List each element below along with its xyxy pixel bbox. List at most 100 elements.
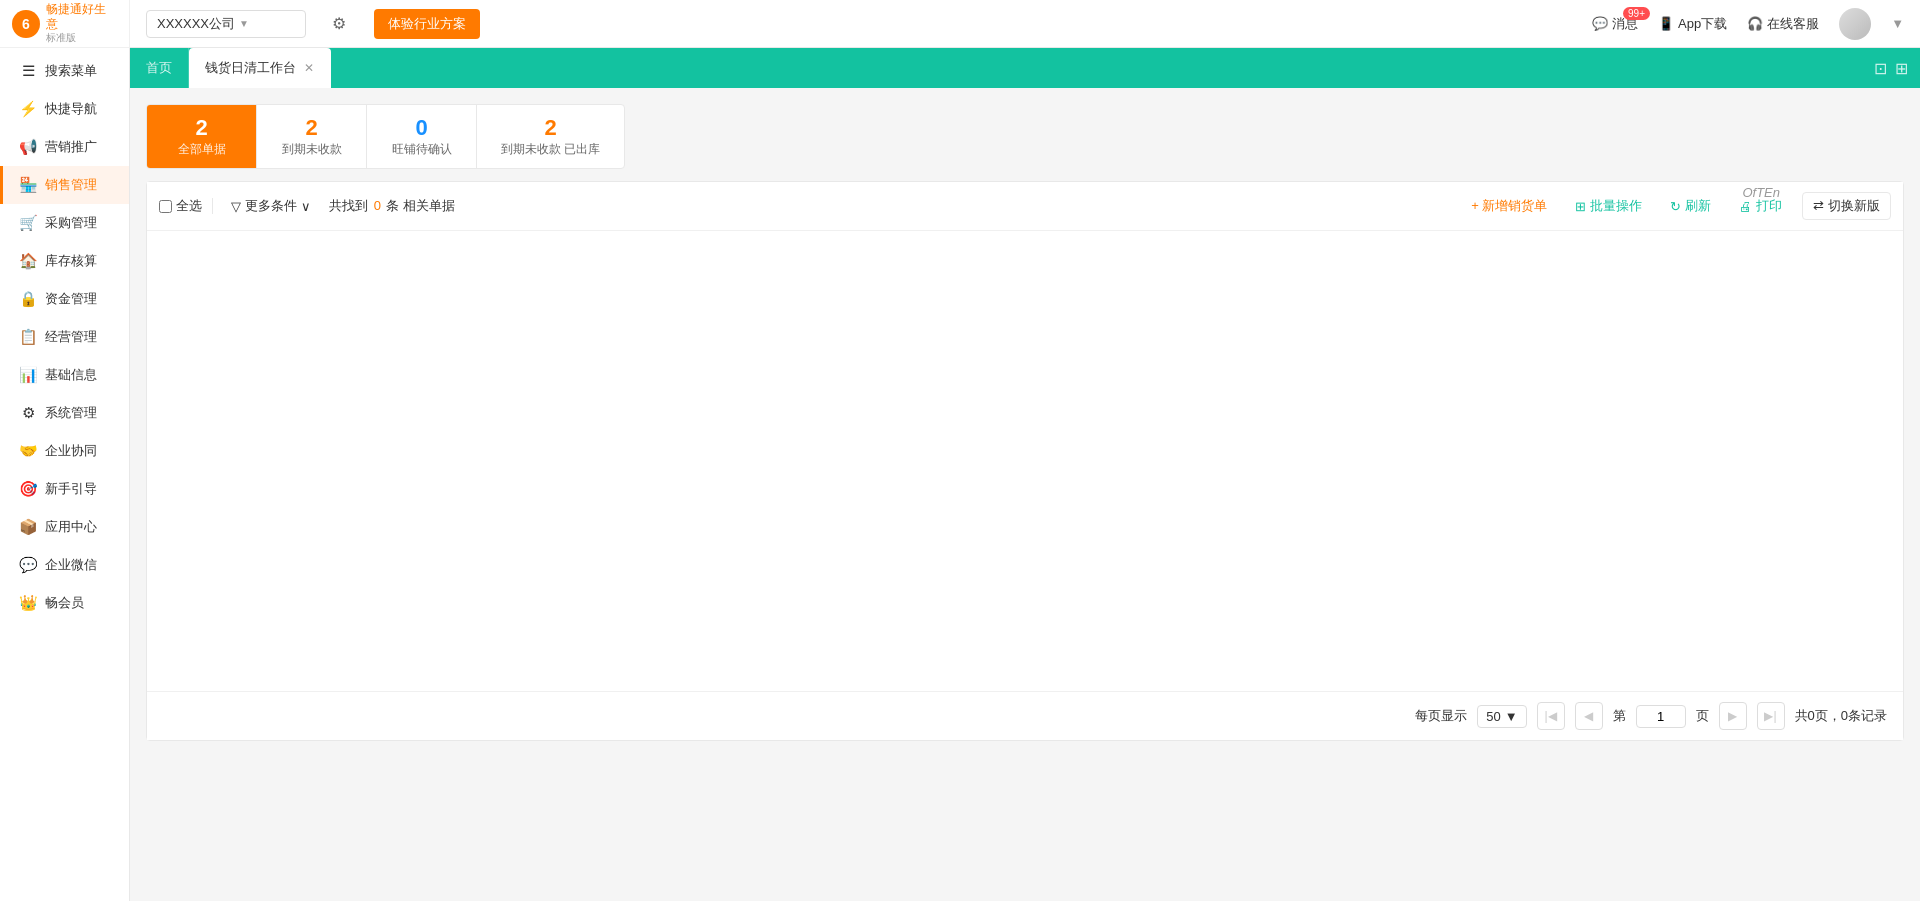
sidebar-item-label: 新手引导 <box>45 480 97 498</box>
sidebar-item-label: 经营管理 <box>45 328 97 346</box>
stats-tab-all[interactable]: 2 全部单据 <box>147 105 257 168</box>
sidebar-item-label: 销售管理 <box>45 176 97 194</box>
sidebar-item-label: 应用中心 <box>45 518 97 536</box>
stats-tab-shipped[interactable]: 2 到期未收款 已出库 <box>477 105 624 168</box>
sidebar-item-label: 库存核算 <box>45 252 97 270</box>
more-filter-button[interactable]: ▽ 更多条件 ∨ <box>223 193 319 219</box>
per-page-select[interactable]: 50 ▼ <box>1477 705 1526 728</box>
stats-tab-wangpu[interactable]: 0 旺铺待确认 <box>367 105 477 168</box>
sidebar: ☰ 搜索菜单 ⚡ 快捷导航 📢 营销推广 🏪 销售管理 🛒 采购管理 🏠 库存核… <box>0 0 130 901</box>
page-number-input[interactable] <box>1636 705 1686 728</box>
total-records-text: 共0页，0条记录 <box>1795 707 1887 725</box>
purchase-icon: 🛒 <box>19 214 37 232</box>
found-count: 0 <box>374 198 381 213</box>
sidebar-item-basic-info[interactable]: 📊 基础信息 <box>0 356 129 394</box>
next-page-button[interactable]: ▶ <box>1719 702 1747 730</box>
sidebar-item-label: 畅会员 <box>45 594 84 612</box>
switch-label: 切换新版 <box>1828 198 1880 213</box>
often-label: OfTEn <box>1742 185 1780 200</box>
app-download-icon: 📱 <box>1658 16 1674 31</box>
found-count-text: 共找到 0 条 相关单据 <box>329 197 455 215</box>
sidebar-item-purchase[interactable]: 🛒 采购管理 <box>0 204 129 242</box>
sales-icon: 🏪 <box>19 176 37 194</box>
sidebar-item-finance[interactable]: 🔒 资金管理 <box>0 280 129 318</box>
search-menu-icon: ☰ <box>19 62 37 80</box>
page-label-suffix: 页 <box>1696 707 1709 725</box>
sidebar-item-label: 搜索菜单 <box>45 62 97 80</box>
content-area: 全选 ▽ 更多条件 ∨ 共找到 0 条 相关单据 + 新增销货单 ⊞ 批量操作 <box>146 181 1904 741</box>
system-icon: ⚙ <box>19 404 37 422</box>
inventory-icon: 🏠 <box>19 252 37 270</box>
sidebar-item-label: 基础信息 <box>45 366 97 384</box>
online-service-label: 在线客服 <box>1767 15 1819 33</box>
sidebar-item-guide[interactable]: 🎯 新手引导 <box>0 470 129 508</box>
app-logo-icon: 6 <box>12 10 40 38</box>
per-page-value: 50 <box>1486 709 1500 724</box>
app-download-action[interactable]: 📱 App下载 <box>1658 15 1727 33</box>
sidebar-item-member[interactable]: 👑 畅会员 <box>0 584 129 622</box>
first-page-button[interactable]: |◀ <box>1537 702 1565 730</box>
add-sales-button[interactable]: + 新增销货单 <box>1463 193 1555 219</box>
pagination-bar: 每页显示 50 ▼ |◀ ◀ 第 页 ▶ ▶| 共0页，0条记录 <box>147 691 1903 740</box>
sidebar-item-inventory[interactable]: 🏠 库存核算 <box>0 242 129 280</box>
online-service-action[interactable]: 🎧 在线客服 <box>1747 15 1819 33</box>
stat-num-shipped: 2 <box>501 115 600 141</box>
sidebar-item-label: 资金管理 <box>45 290 97 308</box>
sidebar-item-operations[interactable]: 📋 经营管理 <box>0 318 129 356</box>
stat-label-wangpu: 旺铺待确认 <box>391 141 452 158</box>
select-all-input[interactable] <box>159 200 172 213</box>
enterprise-icon: 🤝 <box>19 442 37 460</box>
sidebar-item-label: 快捷导航 <box>45 100 97 118</box>
message-badge: 99+ <box>1623 7 1650 20</box>
app-center-icon: 📦 <box>19 518 37 536</box>
batch-operation-button[interactable]: ⊞ 批量操作 <box>1567 193 1650 219</box>
prev-page-button[interactable]: ◀ <box>1575 702 1603 730</box>
toolbar: 全选 ▽ 更多条件 ∨ 共找到 0 条 相关单据 + 新增销货单 ⊞ 批量操作 <box>147 182 1903 231</box>
filter-icon: ▽ <box>231 199 241 214</box>
chevron-down-icon: ▼ <box>239 18 249 29</box>
tab-home[interactable]: 首页 <box>130 48 189 88</box>
tab-bar-actions: ⊡ ⊞ <box>1874 59 1920 78</box>
header-right: 💬 消息 99+ 📱 App下载 🎧 在线客服 ▼ <box>1592 8 1904 40</box>
message-action[interactable]: 💬 消息 99+ <box>1592 15 1638 33</box>
stat-label-shipped: 到期未收款 已出库 <box>501 141 600 158</box>
print-icon: 🖨 <box>1739 199 1752 214</box>
last-page-button[interactable]: ▶| <box>1757 702 1785 730</box>
tab-workbench-label: 钱货日清工作台 <box>205 59 296 77</box>
settings-icon[interactable]: ⚙ <box>324 9 354 39</box>
quick-nav-icon: ⚡ <box>19 100 37 118</box>
per-page-arrow-icon: ▼ <box>1505 709 1518 724</box>
app-download-label: App下载 <box>1678 15 1727 33</box>
sidebar-item-sales[interactable]: 🏪 销售管理 <box>0 166 129 204</box>
avatar[interactable] <box>1839 8 1871 40</box>
stats-tab-overdue[interactable]: 2 到期未收款 <box>257 105 367 168</box>
username-text: ▼ <box>1891 16 1904 31</box>
tab-close-icon[interactable]: ✕ <box>304 61 314 75</box>
sidebar-item-label: 采购管理 <box>45 214 97 232</box>
found-suffix: 相关单据 <box>403 198 455 213</box>
filter-btn-label: 更多条件 <box>245 197 297 215</box>
sidebar-item-wechat[interactable]: 💬 企业微信 <box>0 546 129 584</box>
tab-workbench[interactable]: 钱货日清工作台 ✕ <box>189 48 331 88</box>
sidebar-item-system[interactable]: ⚙ 系统管理 <box>0 394 129 432</box>
refresh-button[interactable]: ↻ 刷新 <box>1662 193 1719 219</box>
company-selector[interactable]: XXXXXX公司 ▼ <box>146 10 306 38</box>
toolbar-separator <box>212 198 213 214</box>
select-all-checkbox[interactable]: 全选 <box>159 197 202 215</box>
switch-version-button[interactable]: ⇄ 切换新版 <box>1802 192 1891 220</box>
select-all-label: 全选 <box>176 197 202 215</box>
stat-num-wangpu: 0 <box>391 115 452 141</box>
trial-button[interactable]: 体验行业方案 <box>374 9 480 39</box>
sidebar-item-search-menu[interactable]: ☰ 搜索菜单 <box>0 52 129 90</box>
chevron-down-small-icon: ∨ <box>301 199 311 214</box>
sidebar-item-quick-nav[interactable]: ⚡ 快捷导航 <box>0 90 129 128</box>
stat-num-overdue: 2 <box>281 115 342 141</box>
tab-maximize-button[interactable]: ⊞ <box>1895 59 1908 78</box>
tab-minimize-button[interactable]: ⊡ <box>1874 59 1887 78</box>
sidebar-item-enterprise[interactable]: 🤝 企业协同 <box>0 432 129 470</box>
sidebar-item-app-center[interactable]: 📦 应用中心 <box>0 508 129 546</box>
marketing-icon: 📢 <box>19 138 37 156</box>
wechat-icon: 💬 <box>19 556 37 574</box>
sidebar-item-marketing[interactable]: 📢 营销推广 <box>0 128 129 166</box>
basic-info-icon: 📊 <box>19 366 37 384</box>
